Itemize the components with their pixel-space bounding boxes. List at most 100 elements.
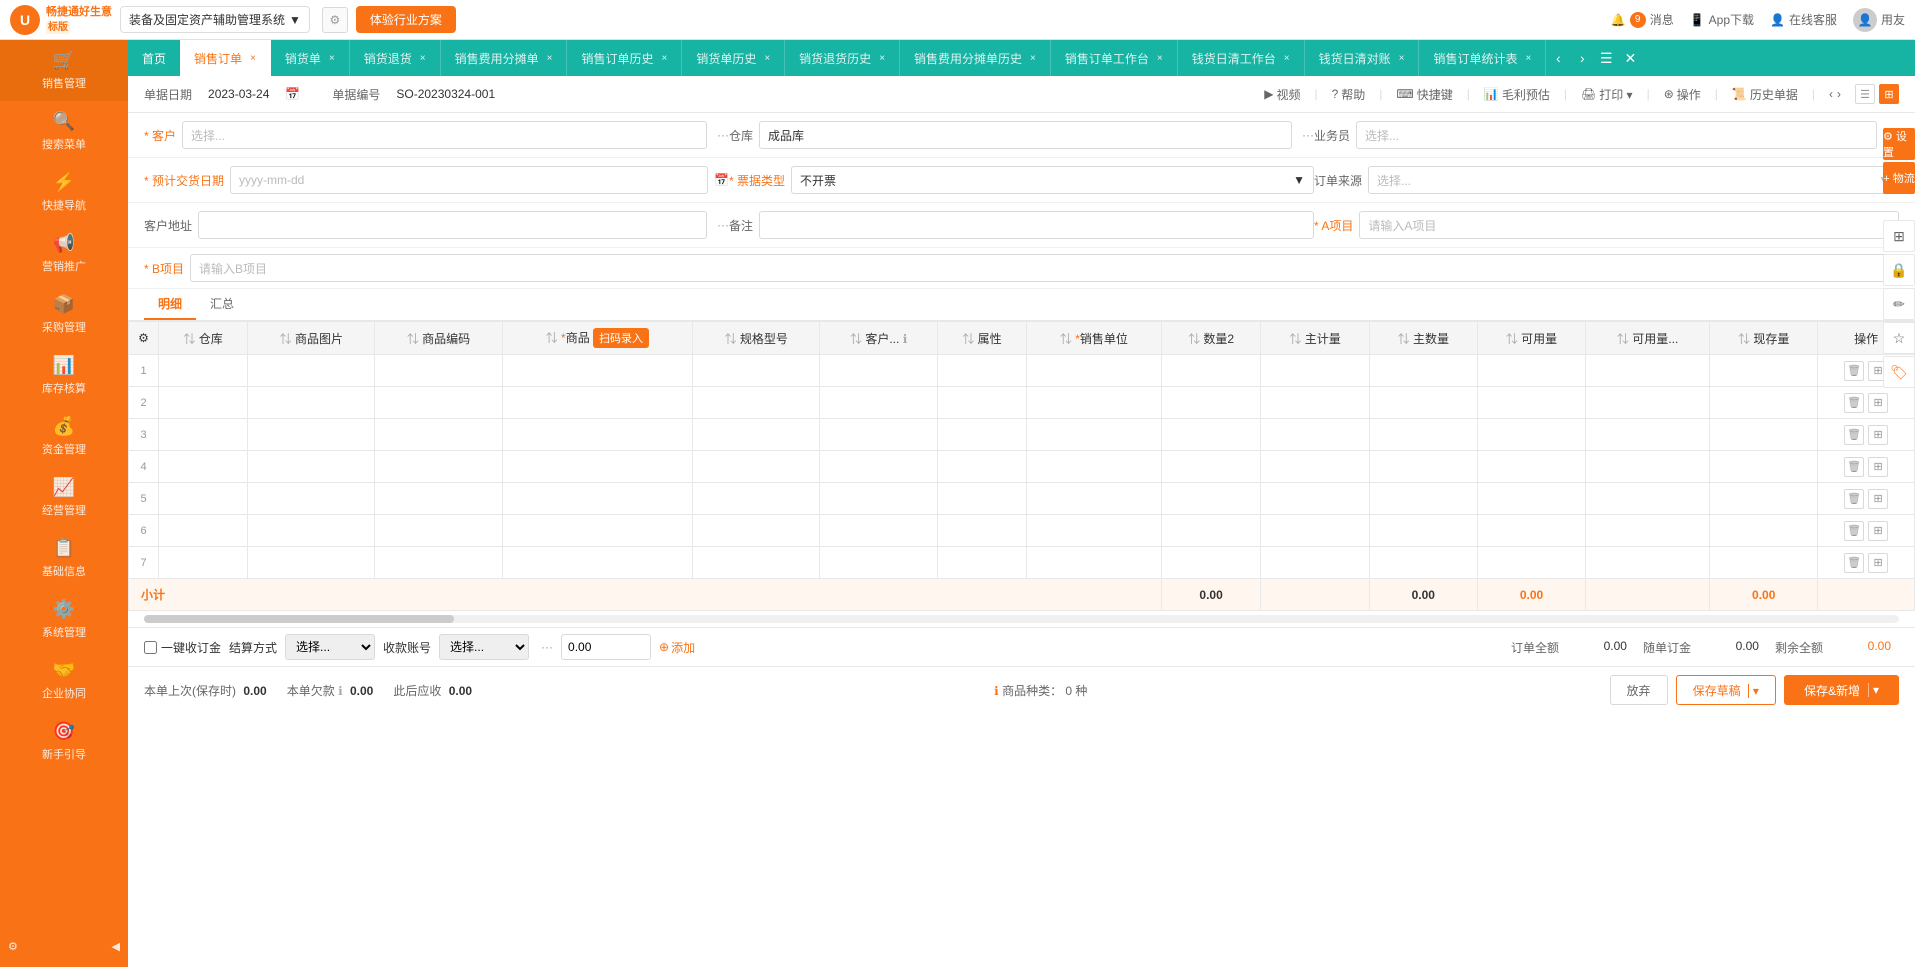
tab-close-order-workbench[interactable]: × <box>1157 53 1163 64</box>
sidebar-item-system[interactable]: ⚙️ 系统管理 <box>0 589 128 650</box>
tab-close-all-btn[interactable]: ✕ <box>1618 40 1642 76</box>
sidebar-item-marketing[interactable]: 📢 营销推广 <box>0 223 128 284</box>
sidebar-item-sales[interactable]: 🛒 销售管理 <box>0 40 128 101</box>
delete-row-3[interactable]: 🗑 <box>1844 425 1864 445</box>
sidebar-item-quicknav[interactable]: ⚡ 快捷导航 <box>0 162 128 223</box>
tab-sales-order[interactable]: 销售订单 × <box>180 40 271 76</box>
customer-input[interactable]: 选择... <box>182 121 707 149</box>
right-goods-btn[interactable]: + 物流 <box>1883 162 1915 194</box>
sidebar-collapse-btn[interactable]: ◀ <box>112 932 120 961</box>
copy-row-6[interactable]: ⊞ <box>1868 521 1888 541</box>
solution-button[interactable]: 体验行业方案 <box>356 6 456 33</box>
nav-next-icon[interactable]: › <box>1837 87 1841 101</box>
warehouse-input[interactable]: 成品库 <box>759 121 1292 149</box>
remark-input[interactable] <box>759 211 1314 239</box>
tab-close-sales-order[interactable]: × <box>250 53 256 64</box>
action-history[interactable]: 📜 历史单据 <box>1732 86 1798 103</box>
right-tool-grid[interactable]: ⊞ <box>1883 220 1915 252</box>
nav-prev-icon[interactable]: ‹ <box>1829 87 1833 101</box>
tab-daily-clear[interactable]: 钱货日清工作台 × <box>1178 40 1305 76</box>
tab-expense-history[interactable]: 销售费用分摊单历史 × <box>900 40 1051 76</box>
system-dropdown[interactable]: 装备及固定资产辅助管理系统 ▼ <box>120 6 310 33</box>
b-project-input[interactable]: 请输入B项目 <box>190 254 1899 282</box>
tab-close-expense-history[interactable]: × <box>1030 53 1036 64</box>
save-draft-button[interactable]: 保存草稿 ▾ <box>1676 675 1776 705</box>
address-input[interactable] <box>198 211 707 239</box>
save-new-button[interactable]: 保存&新增 ▾ <box>1784 675 1899 705</box>
customer-more[interactable]: ··· <box>717 128 729 142</box>
sidebar-item-operations[interactable]: 📈 经营管理 <box>0 467 128 528</box>
tab-summary[interactable]: 汇总 <box>196 289 248 320</box>
receipt-account-select[interactable]: 选择... <box>439 634 529 660</box>
delete-row-7[interactable]: 🗑 <box>1844 553 1864 573</box>
copy-row-7[interactable]: ⊞ <box>1868 553 1888 573</box>
one-click-settle-checkbox[interactable]: 一键收订金 <box>144 639 221 656</box>
delete-row-1[interactable]: 🗑 <box>1844 361 1864 381</box>
view-list-icon[interactable]: ☰ <box>1855 84 1875 104</box>
tab-order-history[interactable]: 销售订单历史 × <box>567 40 682 76</box>
sidebar-item-guide[interactable]: 🎯 新手引导 <box>0 711 128 772</box>
tab-home[interactable]: 首页 <box>128 40 180 76</box>
address-more[interactable]: ··· <box>717 218 729 232</box>
tab-prev-btn[interactable]: ‹ <box>1546 40 1570 76</box>
draft-dropdown-icon[interactable]: ▾ <box>1748 684 1759 698</box>
action-shortcuts[interactable]: ⌨ 快捷键 <box>1396 86 1452 103</box>
add-link[interactable]: ⊕ 添加 <box>659 639 695 656</box>
copy-row-3[interactable]: ⊞ <box>1868 425 1888 445</box>
action-profit[interactable]: 📊 毛利预估 <box>1484 86 1550 103</box>
delete-row-5[interactable]: 🗑 <box>1844 489 1864 509</box>
sidebar-item-basic[interactable]: 📋 基础信息 <box>0 528 128 589</box>
savenew-dropdown-icon[interactable]: ▾ <box>1868 683 1879 697</box>
tab-daily-reconcile[interactable]: 钱货日清对账 × <box>1305 40 1420 76</box>
user-item[interactable]: 👤 用友 <box>1853 8 1905 32</box>
sidebar-item-search[interactable]: 🔍 搜索菜单 <box>0 101 128 162</box>
tab-close-daily-reconcile[interactable]: × <box>1399 53 1405 64</box>
online-service-item[interactable]: 👤 在线客服 <box>1770 11 1837 28</box>
right-settings-btn[interactable]: ⚙ 设置 <box>1883 128 1915 160</box>
warehouse-more[interactable]: ··· <box>1302 128 1314 142</box>
tab-next-btn[interactable]: › <box>1570 40 1594 76</box>
discard-button[interactable]: 放弃 <box>1610 675 1668 705</box>
action-operations[interactable]: ⊛ 操作 <box>1664 86 1701 103</box>
tab-goods-history[interactable]: 销货单历史 × <box>682 40 785 76</box>
order-source-input[interactable]: 选择... ▼ <box>1368 166 1899 194</box>
right-tool-star[interactable]: ☆ <box>1883 322 1915 354</box>
tab-menu-btn[interactable]: ☰ <box>1594 40 1618 76</box>
scan-button[interactable]: 扫码录入 <box>593 328 649 348</box>
settings-icon[interactable]: ⚙ <box>322 7 348 33</box>
tab-order-workbench[interactable]: 销售订单工作台 × <box>1051 40 1178 76</box>
settle-method-select[interactable]: 选择... <box>285 634 375 660</box>
app-download-item[interactable]: 📱 App下载 <box>1690 11 1754 28</box>
tab-close-sales-return[interactable]: × <box>420 53 426 64</box>
notification-item[interactable]: 🔔 9 消息 <box>1611 11 1674 28</box>
tab-sales-goods[interactable]: 销货单 × <box>271 40 350 76</box>
col-setting[interactable]: ⚙ <box>129 322 159 355</box>
tab-close-sales-expense[interactable]: × <box>547 53 553 64</box>
sidebar-item-enterprise[interactable]: 🤝 企业协同 <box>0 650 128 711</box>
tab-sales-expense[interactable]: 销售费用分摊单 × <box>441 40 568 76</box>
tab-close-goods-history[interactable]: × <box>764 53 770 64</box>
sidebar-item-inventory[interactable]: 📊 库存核算 <box>0 345 128 406</box>
right-tool-lock[interactable]: 🔒 <box>1883 254 1915 286</box>
tab-close-daily-clear[interactable]: × <box>1284 53 1290 64</box>
view-grid-icon[interactable]: ⊞ <box>1879 84 1899 104</box>
copy-row-4[interactable]: ⊞ <box>1868 457 1888 477</box>
right-tool-edit[interactable]: ✏ <box>1883 288 1915 320</box>
delete-row-2[interactable]: 🗑 <box>1844 393 1864 413</box>
copy-row-2[interactable]: ⊞ <box>1868 393 1888 413</box>
delete-row-6[interactable]: 🗑 <box>1844 521 1864 541</box>
horizontal-scrollbar[interactable] <box>144 615 1899 623</box>
invoice-type-input[interactable]: 不开票 ▼ <box>791 166 1314 194</box>
right-tool-tag[interactable]: 🏷 <box>1883 356 1915 388</box>
copy-row-5[interactable]: ⊞ <box>1868 489 1888 509</box>
receipt-more[interactable]: ··· <box>541 640 553 654</box>
tab-close-return-history[interactable]: × <box>879 53 885 64</box>
settle-amount-input[interactable] <box>561 634 651 660</box>
calendar-icon[interactable]: 📅 <box>285 87 300 101</box>
delete-row-4[interactable]: 🗑 <box>1844 457 1864 477</box>
tab-close-order-history[interactable]: × <box>661 53 667 64</box>
tab-sales-return[interactable]: 销货退货 × <box>350 40 441 76</box>
tab-return-history[interactable]: 销货退货历史 × <box>785 40 900 76</box>
sidebar-item-purchase[interactable]: 📦 采购管理 <box>0 284 128 345</box>
tab-close-stats[interactable]: × <box>1525 53 1531 64</box>
